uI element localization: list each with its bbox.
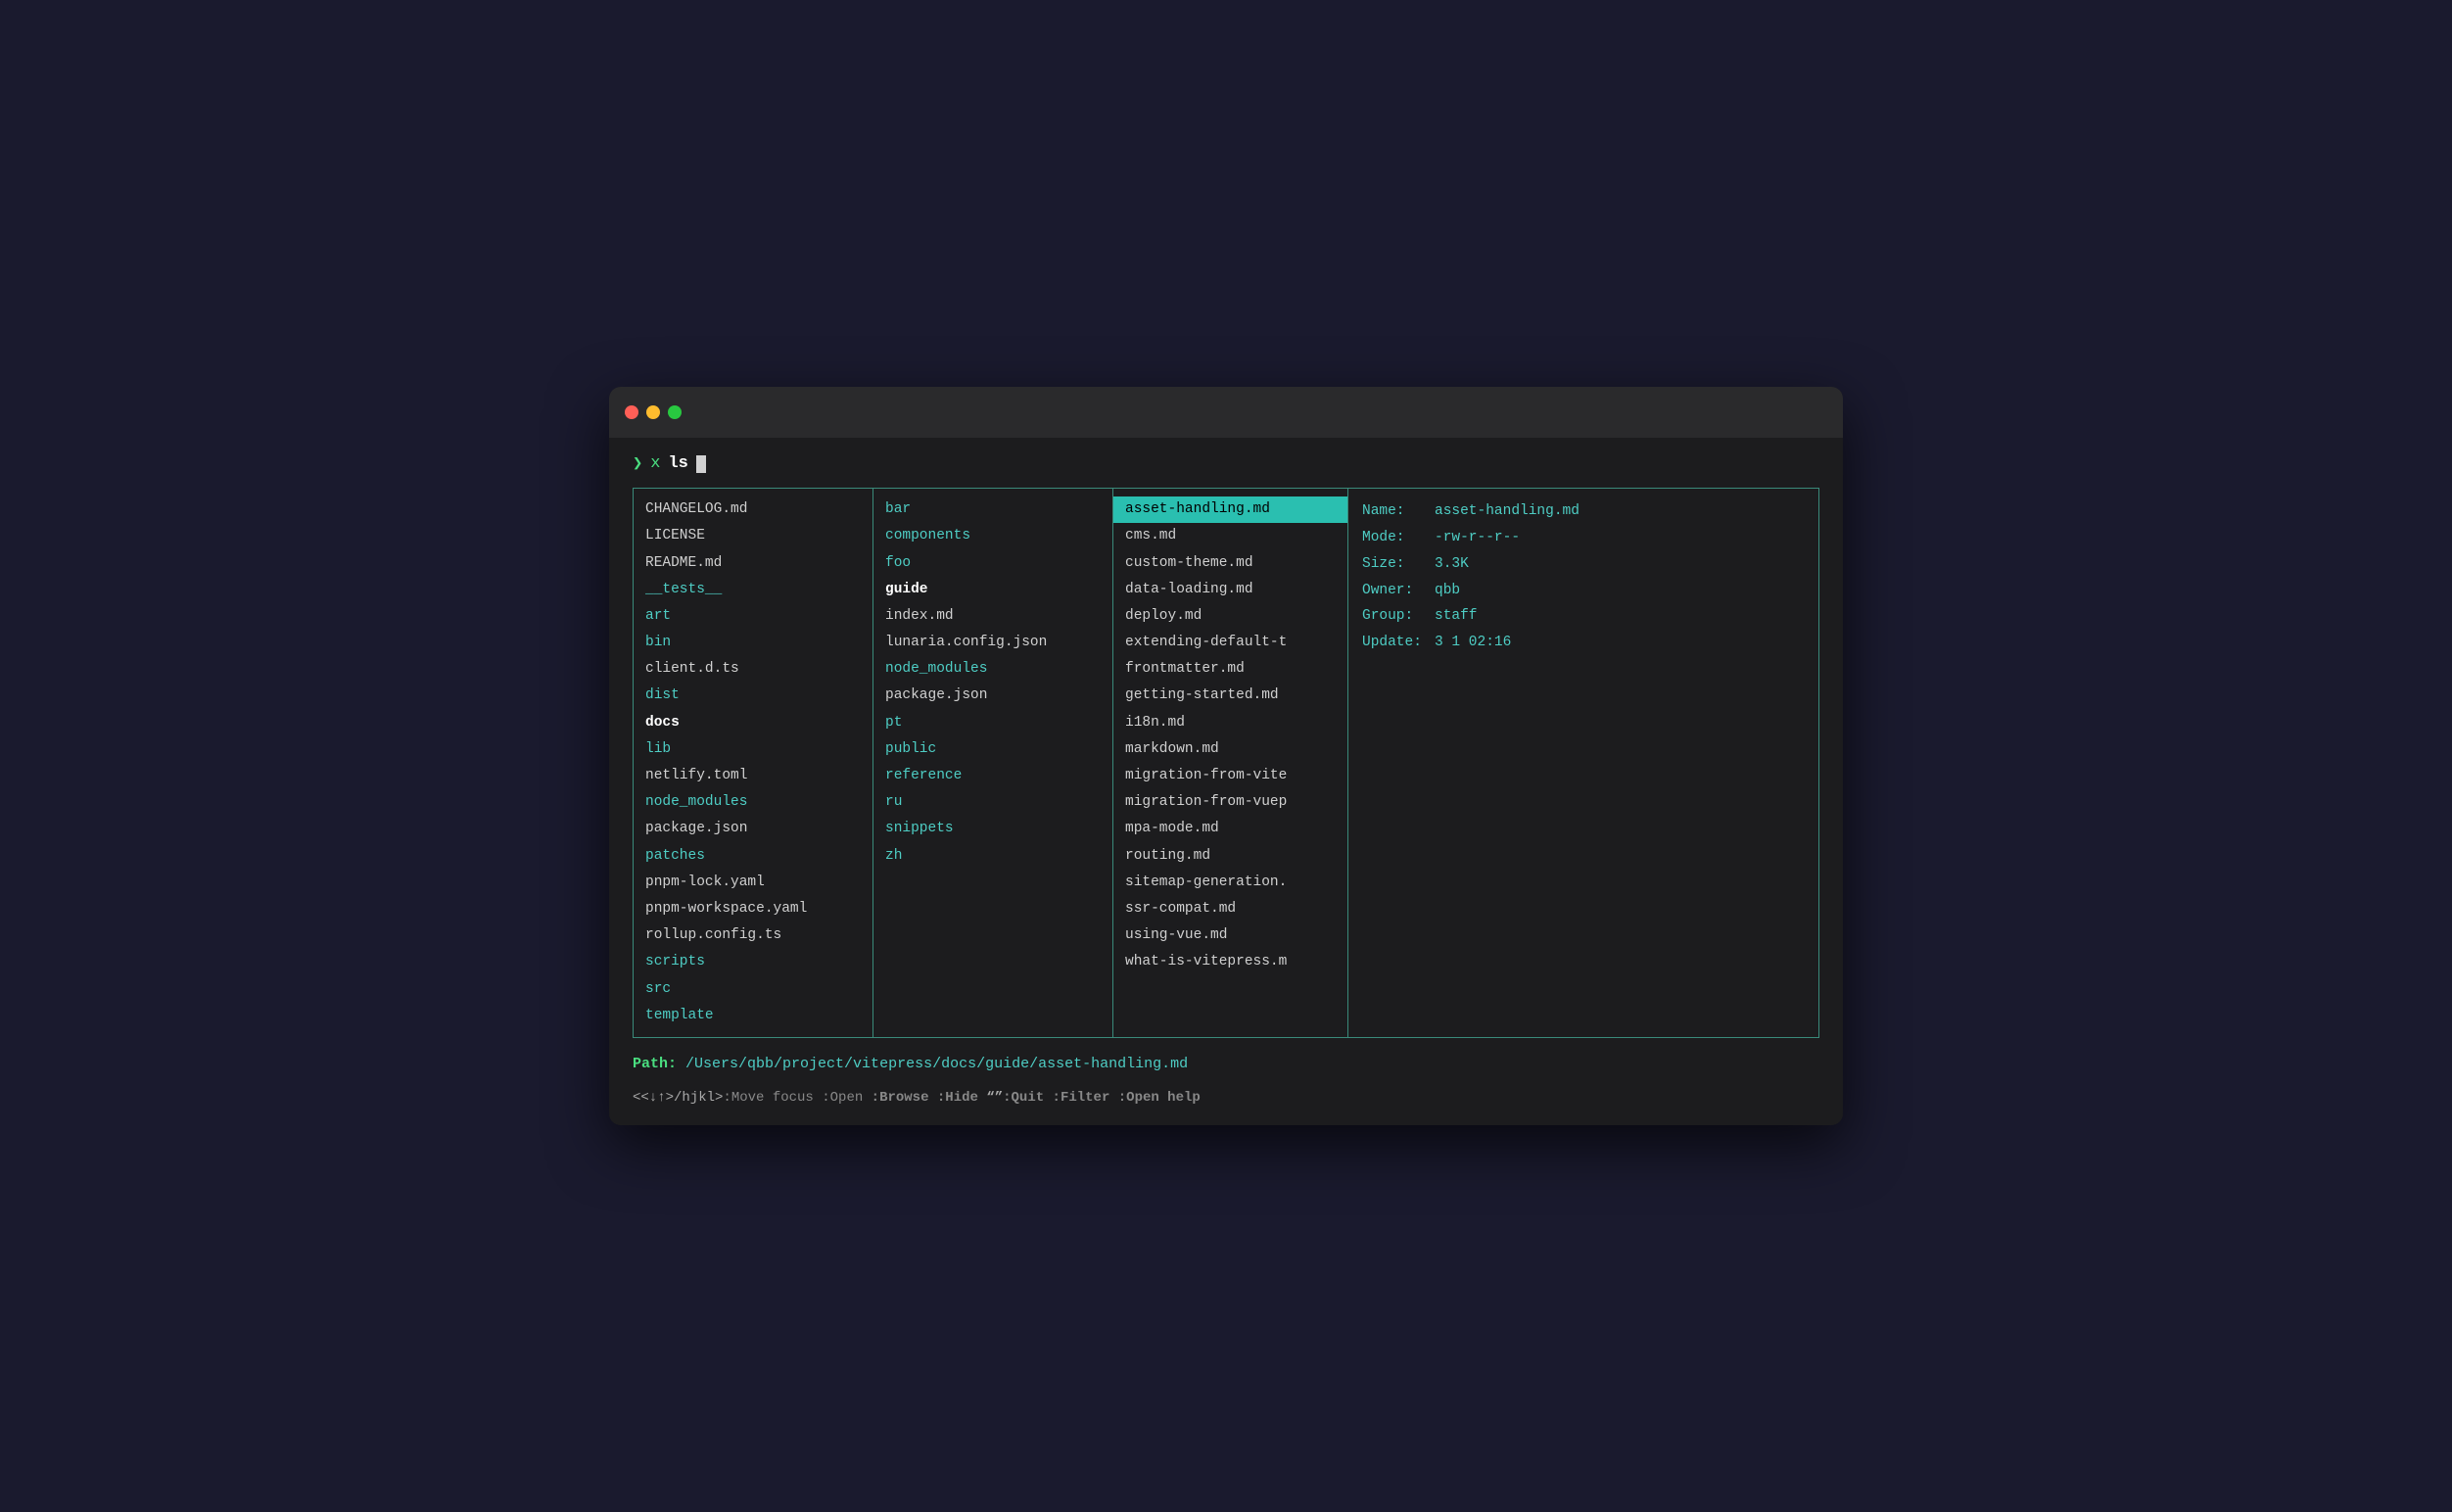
list-item[interactable]: routing.md [1113, 843, 1347, 870]
list-item[interactable]: README.md [634, 550, 872, 577]
key-desc: :Browse [872, 1090, 929, 1106]
list-item[interactable]: what-is-vitepress.m [1113, 949, 1347, 975]
key-binding [986, 1090, 1003, 1106]
detail-value: 3 1 02:16 [1435, 630, 1511, 656]
terminal-body: ❯ x ls CHANGELOG.mdLICENSEREADME.md__tes… [609, 438, 1843, 1125]
list-item[interactable]: deploy.md [1113, 603, 1347, 630]
detail-value: staff [1435, 603, 1478, 630]
list-item[interactable]: pnpm-lock.yaml [634, 870, 872, 896]
detail-value: 3.3K [1435, 551, 1469, 578]
list-item[interactable]: i18n.md [1113, 710, 1347, 736]
prompt-cursor [696, 455, 706, 473]
detail-label: Name: [1362, 498, 1431, 525]
list-item[interactable]: frontmatter.md [1113, 656, 1347, 683]
detail-value: qbb [1435, 578, 1460, 604]
list-item[interactable]: cms.md [1113, 523, 1347, 549]
list-item[interactable]: index.md [873, 603, 1112, 630]
list-item[interactable]: data-loading.md [1113, 577, 1347, 603]
list-item[interactable]: snippets [873, 816, 1112, 842]
list-item[interactable]: getting-started.md [1113, 683, 1347, 709]
path-value: /Users/qbb/project/vitepress/docs/guide/… [685, 1056, 1188, 1072]
detail-label: Mode: [1362, 525, 1431, 551]
column-docs: barcomponentsfooguideindex.mdlunaria.con… [873, 489, 1113, 1037]
key-desc: :Filter [1053, 1090, 1110, 1106]
maximize-button[interactable] [668, 405, 682, 419]
list-item[interactable]: migration-from-vuep [1113, 789, 1347, 816]
list-item[interactable]: mpa-mode.md [1113, 816, 1347, 842]
keybindings-bar: <<↓↑>/hjkl>:Move focus :Open :Browse :Hi… [633, 1086, 1819, 1110]
list-item[interactable]: src [634, 976, 872, 1003]
list-item[interactable]: foo [873, 550, 1112, 577]
list-item[interactable]: node_modules [634, 789, 872, 816]
list-item[interactable]: rollup.config.ts [634, 922, 872, 949]
terminal-window: ❯ x ls CHANGELOG.mdLICENSEREADME.md__tes… [609, 387, 1843, 1125]
list-item[interactable]: dist [634, 683, 872, 709]
list-item[interactable]: bar [873, 496, 1112, 523]
list-item[interactable]: lunaria.config.json [873, 630, 1112, 656]
detail-label: Owner: [1362, 578, 1431, 604]
detail-label: Update: [1362, 630, 1431, 656]
key-desc: :Open help [1118, 1090, 1201, 1106]
detail-label: Size: [1362, 551, 1431, 578]
list-item[interactable]: art [634, 603, 872, 630]
list-item[interactable]: LICENSE [634, 523, 872, 549]
list-item[interactable]: extending-default-t [1113, 630, 1347, 656]
path-line: Path: /Users/qbb/project/vitepress/docs/… [633, 1052, 1819, 1076]
prompt-command: ls [668, 454, 687, 473]
detail-value: asset-handling.md [1435, 498, 1580, 525]
list-item[interactable]: patches [634, 843, 872, 870]
list-item[interactable]: guide [873, 577, 1112, 603]
detail-row: Mode: -rw-r--r-- [1362, 525, 1805, 551]
detail-row: Size: 3.3K [1362, 551, 1805, 578]
detail-row: Group: staff [1362, 603, 1805, 630]
list-item[interactable]: __tests__ [634, 577, 872, 603]
key-desc: :Move focus [723, 1090, 813, 1106]
list-item[interactable]: asset-handling.md [1113, 496, 1347, 523]
detail-row: Owner: qbb [1362, 578, 1805, 604]
list-item[interactable]: pnpm-workspace.yaml [634, 896, 872, 922]
close-button[interactable] [625, 405, 638, 419]
list-item[interactable]: zh [873, 843, 1112, 870]
list-item[interactable]: components [873, 523, 1112, 549]
detail-row: Update: 3 1 02:16 [1362, 630, 1805, 656]
list-item[interactable]: public [873, 736, 1112, 763]
list-item[interactable]: lib [634, 736, 872, 763]
detail-value: -rw-r--r-- [1435, 525, 1520, 551]
list-item[interactable]: migration-from-vite [1113, 763, 1347, 789]
prompt-x-label: x [650, 454, 660, 473]
column-detail: Name: asset-handling.mdMode: -rw-r--r--S… [1348, 489, 1818, 1037]
list-item[interactable]: bin [634, 630, 872, 656]
key-desc: :Quit [1003, 1090, 1044, 1106]
list-item[interactable]: using-vue.md [1113, 922, 1347, 949]
list-item[interactable]: reference [873, 763, 1112, 789]
key-desc: :Hide [937, 1090, 978, 1106]
prompt-line: ❯ x ls [633, 453, 1819, 474]
minimize-button[interactable] [646, 405, 660, 419]
key-binding: <<↓↑>/hjkl> [633, 1090, 723, 1106]
prompt-arrow-icon: ❯ [633, 453, 642, 474]
detail-row: Name: asset-handling.md [1362, 498, 1805, 525]
list-item[interactable]: pt [873, 710, 1112, 736]
column-root: CHANGELOG.mdLICENSEREADME.md__tests__art… [634, 489, 873, 1037]
file-browser: CHANGELOG.mdLICENSEREADME.md__tests__art… [633, 488, 1819, 1038]
column-guide: asset-handling.mdcms.mdcustom-theme.mdda… [1113, 489, 1348, 1037]
detail-label: Group: [1362, 603, 1431, 630]
list-item[interactable]: sitemap-generation. [1113, 870, 1347, 896]
key-desc: :Open [822, 1090, 863, 1106]
list-item[interactable]: netlify.toml [634, 763, 872, 789]
list-item[interactable]: CHANGELOG.md [634, 496, 872, 523]
list-item[interactable]: custom-theme.md [1113, 550, 1347, 577]
titlebar [609, 387, 1843, 438]
list-item[interactable]: ru [873, 789, 1112, 816]
list-item[interactable]: docs [634, 710, 872, 736]
list-item[interactable]: ssr-compat.md [1113, 896, 1347, 922]
path-label: Path: [633, 1056, 677, 1072]
list-item[interactable]: template [634, 1003, 872, 1029]
list-item[interactable]: package.json [873, 683, 1112, 709]
list-item[interactable]: scripts [634, 949, 872, 975]
list-item[interactable]: node_modules [873, 656, 1112, 683]
list-item[interactable]: client.d.ts [634, 656, 872, 683]
list-item[interactable]: markdown.md [1113, 736, 1347, 763]
list-item[interactable]: package.json [634, 816, 872, 842]
